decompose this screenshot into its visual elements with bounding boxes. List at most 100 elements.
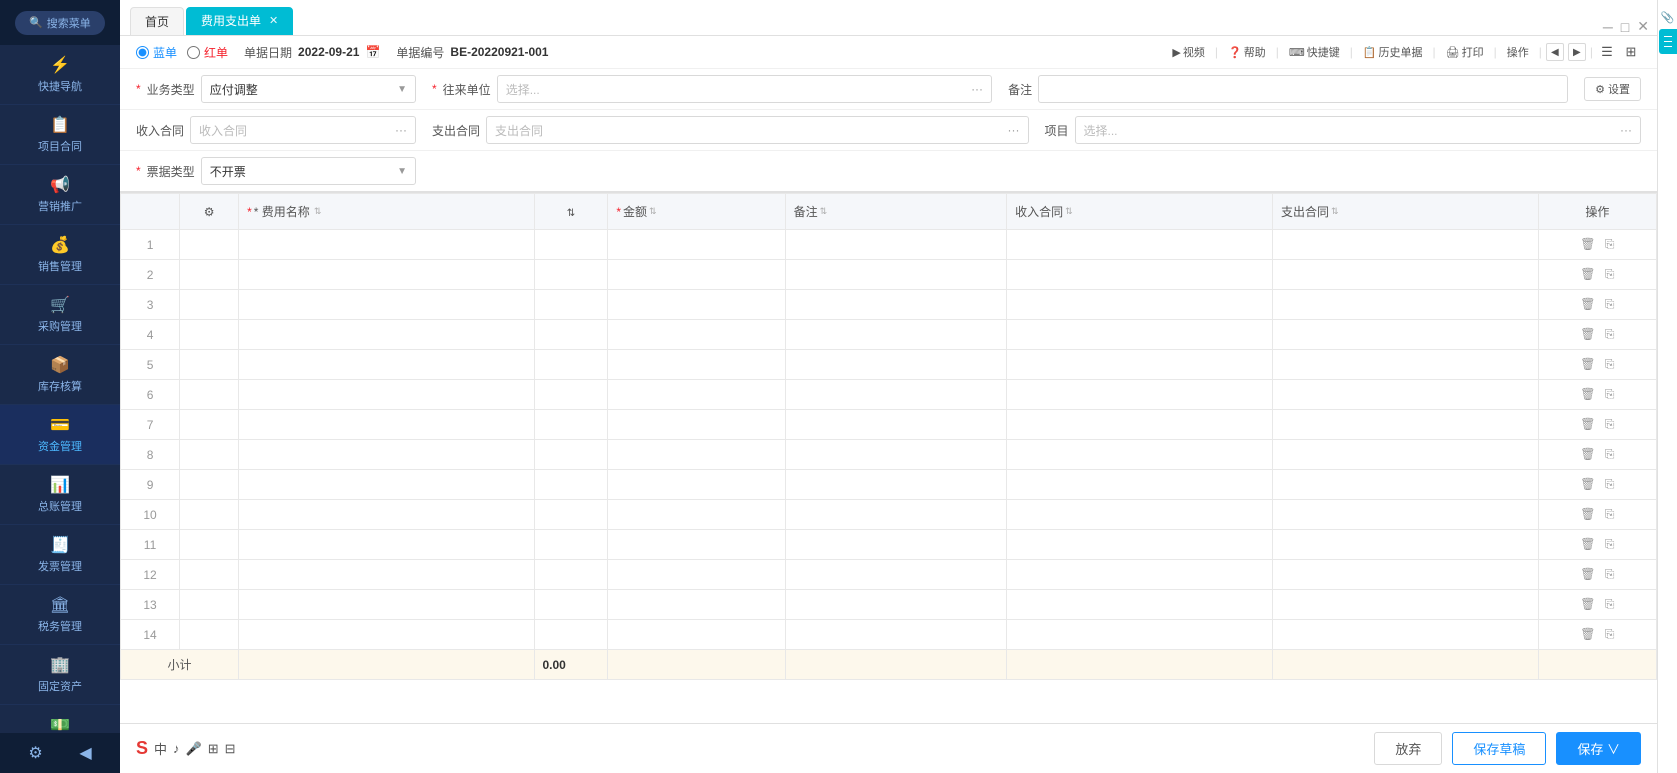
print-btn[interactable]: 🖨 打印 — [1440, 42, 1490, 62]
sidebar-item-sales[interactable]: 💰 销售管理 — [0, 225, 120, 285]
sidebar-item-inventory[interactable]: 📦 库存核算 — [0, 345, 120, 405]
th-amount[interactable]: * 金额 ⇅ — [608, 194, 785, 230]
th-income-contract[interactable]: 收入合同 ⇅ — [1007, 194, 1273, 230]
th-expense-contract[interactable]: 支出合同 ⇅ — [1272, 194, 1538, 230]
nav-prev-btn[interactable]: ◀ — [1546, 43, 1564, 61]
table-row[interactable]: 11 🗑 ⎘ — [121, 530, 1657, 560]
sidebar-item-marketing[interactable]: 📢 营销推广 — [0, 165, 120, 225]
income-contract-input[interactable]: 收入合同 ··· — [190, 116, 416, 144]
sidebar-item-tax[interactable]: 🏛 税务管理 — [0, 585, 120, 645]
row-delete-btn[interactable]: 🗑 — [1580, 417, 1595, 431]
row-copy-btn[interactable]: ⎘ — [1605, 477, 1615, 491]
grid-icon[interactable]: ⊞ — [208, 741, 219, 757]
view-list-btn[interactable]: ☰ — [1597, 42, 1617, 62]
window-close-btn[interactable]: ✕ — [1637, 18, 1649, 35]
radio-blue[interactable]: 蓝单 — [136, 44, 177, 61]
th-settings[interactable]: ⚙ — [180, 194, 239, 230]
settings-footer-icon[interactable]: ⚙ — [28, 743, 42, 763]
sidebar-item-capital[interactable]: 💳 资金管理 — [0, 405, 120, 465]
row-copy-btn[interactable]: ⎘ — [1605, 507, 1615, 521]
row-copy-btn[interactable]: ⎘ — [1605, 357, 1615, 371]
help-btn[interactable]: ❓ 帮助 — [1222, 42, 1272, 62]
table-row[interactable]: 13 🗑 ⎘ — [121, 590, 1657, 620]
table-row[interactable]: 4 🗑 ⎘ — [121, 320, 1657, 350]
video-btn[interactable]: ▶ 视频 — [1166, 42, 1210, 62]
row-delete-btn[interactable]: 🗑 — [1580, 387, 1595, 401]
row-delete-btn[interactable]: 🗑 — [1580, 327, 1595, 341]
table-row[interactable]: 8 🗑 ⎘ — [121, 440, 1657, 470]
row-delete-btn[interactable]: 🗑 — [1580, 357, 1595, 371]
table-row[interactable]: 14 🗑 ⎘ — [121, 620, 1657, 650]
row-delete-btn[interactable]: 🗑 — [1580, 447, 1595, 461]
save-draft-button[interactable]: 保存草稿 — [1452, 732, 1546, 765]
sidebar-item-payroll[interactable]: 💵 工资 — [0, 705, 120, 733]
row-copy-btn[interactable]: ⎘ — [1605, 387, 1615, 401]
window-minimize-btn[interactable]: ─ — [1603, 19, 1613, 35]
row-copy-btn[interactable]: ⎘ — [1605, 447, 1615, 461]
right-cyan-btn[interactable] — [1659, 29, 1677, 54]
settings-btn[interactable]: ⚙ 设置 — [1584, 77, 1641, 101]
biz-type-select[interactable]: 应付调整 ▼ — [201, 75, 416, 103]
row-delete-btn[interactable]: 🗑 — [1580, 297, 1595, 311]
shortcut-btn[interactable]: ⌨ 快捷键 — [1283, 42, 1346, 62]
sidebar-item-fixed-assets[interactable]: 🏢 固定资产 — [0, 645, 120, 705]
abandon-button[interactable]: 放弃 — [1374, 732, 1442, 765]
tab-close-btn[interactable]: ✕ — [269, 14, 278, 27]
row-delete-btn[interactable]: 🗑 — [1580, 237, 1595, 251]
table-row[interactable]: 5 🗑 ⎘ — [121, 350, 1657, 380]
mic-icon[interactable]: 🎤 — [186, 741, 202, 757]
sidebar-item-invoice[interactable]: 🧾 发票管理 — [0, 525, 120, 585]
th-sort[interactable]: ⇅ — [534, 194, 608, 230]
table-row[interactable]: 10 🗑 ⎘ — [121, 500, 1657, 530]
project-input[interactable]: 选择... ··· — [1075, 116, 1641, 144]
sidebar-item-ledger[interactable]: 📊 总账管理 — [0, 465, 120, 525]
chinese-input-icon[interactable]: 中 — [154, 739, 167, 758]
row-copy-btn[interactable]: ⎘ — [1605, 237, 1615, 251]
row-delete-btn[interactable]: 🗑 — [1580, 627, 1595, 641]
tab-expense[interactable]: 费用支出单 ✕ — [186, 7, 293, 35]
row-copy-btn[interactable]: ⎘ — [1605, 537, 1615, 551]
row-copy-btn[interactable]: ⎘ — [1605, 267, 1615, 281]
ops-btn[interactable]: 操作 — [1501, 42, 1535, 62]
row-copy-btn[interactable]: ⎘ — [1605, 297, 1615, 311]
note-input[interactable] — [1038, 75, 1568, 103]
th-note[interactable]: 备注 ⇅ — [785, 194, 1007, 230]
music-icon[interactable]: ♪ — [173, 741, 180, 756]
volume-footer-icon[interactable]: ◀ — [79, 743, 91, 763]
radio-red[interactable]: 红单 — [187, 44, 228, 61]
invoice-type-select[interactable]: 不开票 ▼ — [201, 157, 416, 185]
row-copy-btn[interactable]: ⎘ — [1605, 627, 1615, 641]
row-delete-btn[interactable]: 🗑 — [1580, 477, 1595, 491]
sidebar-item-purchase[interactable]: 🛒 采购管理 — [0, 285, 120, 345]
history-btn[interactable]: 📋 历史单据 — [1357, 42, 1429, 62]
row-delete-btn[interactable]: 🗑 — [1580, 267, 1595, 281]
table-row[interactable]: 9 🗑 ⎘ — [121, 470, 1657, 500]
row-copy-btn[interactable]: ⎘ — [1605, 327, 1615, 341]
row-copy-btn[interactable]: ⎘ — [1605, 417, 1615, 431]
nav-next-btn[interactable]: ▶ — [1568, 43, 1586, 61]
date-picker-icon[interactable]: 📅 — [365, 45, 380, 59]
row-delete-btn[interactable]: 🗑 — [1580, 567, 1595, 581]
expense-contract-input[interactable]: 支出合同 ··· — [486, 116, 1028, 144]
row-delete-btn[interactable]: 🗑 — [1580, 597, 1595, 611]
table-row[interactable]: 12 🗑 ⎘ — [121, 560, 1657, 590]
row-delete-btn[interactable]: 🗑 — [1580, 507, 1595, 521]
view-grid-btn[interactable]: ⊞ — [1621, 42, 1641, 62]
minus-grid-icon[interactable]: ⊟ — [225, 741, 236, 757]
save-button[interactable]: 保存 ∨ — [1556, 732, 1641, 765]
sidebar-item-quick-nav[interactable]: ⚡ 快捷导航 — [0, 45, 120, 105]
window-maximize-btn[interactable]: □ — [1621, 19, 1629, 35]
row-delete-btn[interactable]: 🗑 — [1580, 537, 1595, 551]
sidebar-item-project-contract[interactable]: 📋 项目合同 — [0, 105, 120, 165]
search-menu[interactable]: 🔍 搜索菜单 — [15, 11, 105, 35]
row-copy-btn[interactable]: ⎘ — [1605, 567, 1615, 581]
table-row[interactable]: 3 🗑 ⎘ — [121, 290, 1657, 320]
table-row[interactable]: 2 🗑 ⎘ — [121, 260, 1657, 290]
table-row[interactable]: 6 🗑 ⎘ — [121, 380, 1657, 410]
right-attach-icon[interactable]: 📎 — [1661, 10, 1674, 23]
table-row[interactable]: 7 🗑 ⎘ — [121, 410, 1657, 440]
row-copy-btn[interactable]: ⎘ — [1605, 597, 1615, 611]
table-row[interactable]: 1 🗑 ⎘ — [121, 230, 1657, 260]
tab-home[interactable]: 首页 — [130, 7, 184, 35]
th-name[interactable]: * * 费用名称 ⇅ — [239, 194, 534, 230]
